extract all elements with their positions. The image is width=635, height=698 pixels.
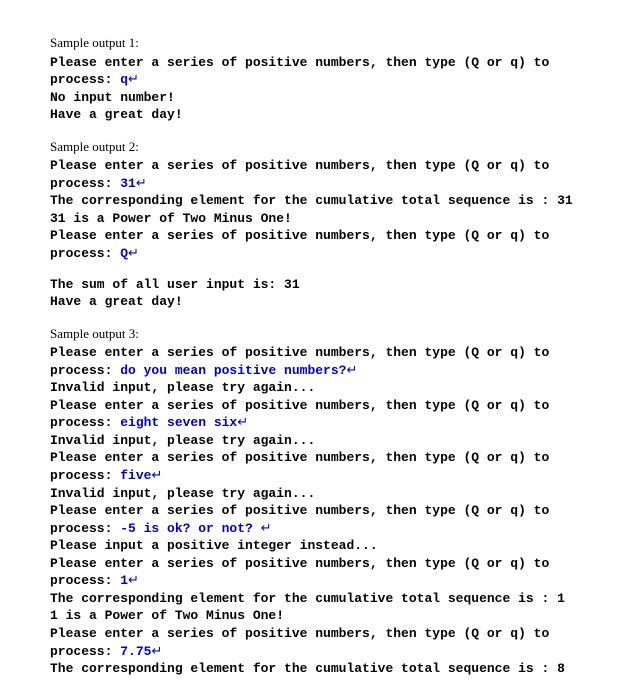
enter-symbol-icon: ↵: [346, 363, 357, 378]
sample1-line-prompt: Please enter a series of positive number…: [50, 54, 585, 89]
sample1-noinput: No input number!: [50, 89, 585, 107]
sample2-heading: Sample output 2:: [50, 138, 585, 156]
sample1-heading: Sample output 1:: [50, 34, 585, 52]
user-input: eight seven six: [120, 415, 237, 430]
sample3-invalid2: Invalid input, please try again...: [50, 432, 585, 450]
enter-symbol-icon: ↵: [128, 72, 139, 87]
blank-line: [50, 263, 585, 276]
sample3-invalid1: Invalid input, please try again...: [50, 379, 585, 397]
user-input: 31: [120, 176, 136, 191]
sample2-bye: Have a great day!: [50, 293, 585, 311]
sample2-corr1: The corresponding element for the cumula…: [50, 192, 585, 210]
sample1-bye: Have a great day!: [50, 106, 585, 124]
sample3-pow5: 1 is a Power of Two Minus One!: [50, 607, 585, 625]
enter-symbol-icon: ↵: [136, 176, 147, 191]
sample3-positive: Please input a positive integer instead.…: [50, 537, 585, 555]
sample3-prompt4: Please enter a series of positive number…: [50, 502, 585, 537]
sample3-prompt2: Please enter a series of positive number…: [50, 397, 585, 432]
enter-symbol-icon: ↵: [261, 521, 272, 536]
enter-symbol-icon: ↵: [151, 644, 162, 659]
sample3-prompt5: Please enter a series of positive number…: [50, 555, 585, 590]
sample3-invalid3: Invalid input, please try again...: [50, 485, 585, 503]
enter-symbol-icon: ↵: [128, 246, 139, 261]
user-input: Q: [120, 246, 128, 261]
sample3-corr6: The corresponding element for the cumula…: [50, 660, 585, 678]
enter-symbol-icon: ↵: [151, 468, 162, 483]
sample2-prompt1: Please enter a series of positive number…: [50, 157, 585, 192]
sample3-corr5: The corresponding element for the cumula…: [50, 590, 585, 608]
enter-symbol-icon: ↵: [128, 573, 139, 588]
user-input: five: [120, 468, 151, 483]
user-input: -5 is ok? or not?: [120, 521, 260, 536]
sample2-prompt2: Please enter a series of positive number…: [50, 227, 585, 262]
sample3-prompt6: Please enter a series of positive number…: [50, 625, 585, 660]
sample3-heading: Sample output 3:: [50, 325, 585, 343]
sample3-prompt1: Please enter a series of positive number…: [50, 344, 585, 379]
enter-symbol-icon: ↵: [237, 415, 248, 430]
user-input: q: [120, 72, 128, 87]
sample2-sum: The sum of all user input is: 31: [50, 276, 585, 294]
user-input: 1: [120, 573, 128, 588]
user-input: do you mean positive numbers?: [120, 363, 346, 378]
user-input: 7.75: [120, 644, 151, 659]
sample3-prompt3: Please enter a series of positive number…: [50, 449, 585, 484]
sample2-pow1: 31 is a Power of Two Minus One!: [50, 210, 585, 228]
